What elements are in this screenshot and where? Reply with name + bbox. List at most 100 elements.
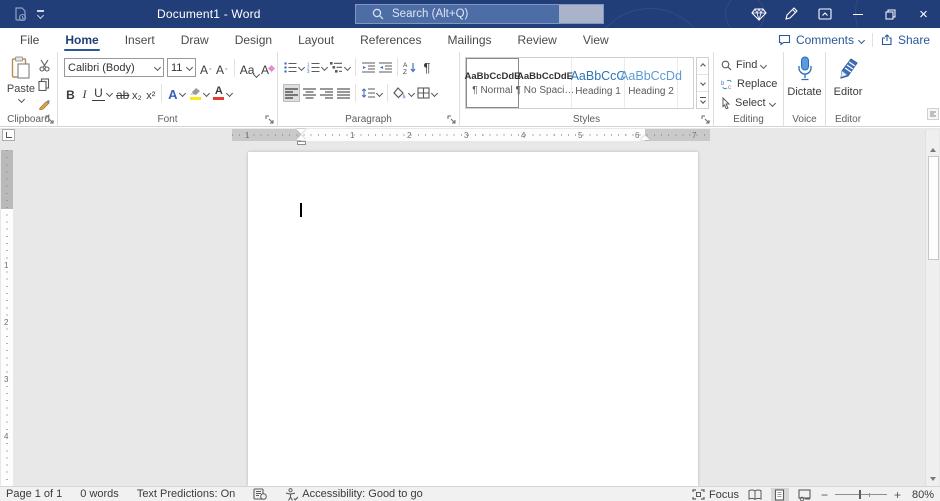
web-layout-button[interactable] — [796, 488, 814, 501]
bold-button[interactable]: B — [64, 84, 77, 102]
pen-mode-icon[interactable] — [775, 0, 808, 28]
style-heading-1[interactable]: AaBbCcC Heading 1 — [571, 58, 625, 108]
tab-review[interactable]: Review — [505, 28, 570, 52]
bullets-button[interactable] — [283, 58, 306, 76]
highlight-chevron-icon[interactable] — [203, 89, 211, 97]
tab-view[interactable]: View — [570, 28, 622, 52]
find-button[interactable]: Find — [721, 57, 777, 73]
zoom-in-button[interactable]: + — [894, 489, 901, 501]
line-spacing-button[interactable] — [360, 84, 384, 102]
ribbon-display-options-icon[interactable] — [808, 0, 841, 28]
multilevel-list-button[interactable] — [329, 58, 352, 76]
italic-button[interactable]: I — [78, 84, 91, 102]
grow-font-button[interactable]: Aˆ — [199, 59, 212, 77]
increase-indent-button[interactable] — [377, 58, 393, 76]
clipboard-dialog-launcher-icon[interactable] — [45, 115, 54, 124]
styles-more-icon[interactable] — [697, 92, 708, 108]
sort-button[interactable]: AZ — [402, 58, 418, 76]
font-color-button[interactable]: A — [213, 86, 225, 100]
underline-button[interactable]: U — [92, 85, 105, 101]
select-button[interactable]: Select — [721, 95, 777, 111]
shading-button[interactable] — [392, 84, 416, 102]
tab-file[interactable]: File — [7, 28, 52, 52]
align-center-button[interactable] — [301, 84, 317, 102]
minimize-button[interactable] — [841, 0, 874, 28]
tab-home[interactable]: Home — [52, 28, 111, 52]
restore-button[interactable] — [874, 0, 907, 28]
zoom-out-button[interactable]: − — [821, 489, 828, 501]
tab-draw[interactable]: Draw — [168, 28, 222, 52]
proofing-icon[interactable] — [244, 488, 276, 500]
show-formatting-marks-button[interactable]: ¶ — [419, 58, 435, 76]
dictate-button[interactable]: Dictate — [784, 56, 825, 98]
left-indent-marker[interactable] — [296, 141, 306, 145]
zoom-slider-thumb[interactable] — [858, 490, 862, 499]
font-name-combo[interactable]: Calibri (Body) — [64, 58, 164, 77]
tab-references[interactable]: References — [347, 28, 434, 52]
search-box[interactable]: Search (Alt+Q) — [355, 4, 604, 24]
tab-insert[interactable]: Insert — [112, 28, 168, 52]
subscript-button[interactable]: x₂ — [130, 84, 143, 102]
ruler-toggle-button[interactable] — [927, 108, 939, 120]
paragraph-dialog-launcher-icon[interactable] — [447, 115, 456, 124]
zoom-slider[interactable] — [834, 490, 887, 499]
word-count-status[interactable]: 0 words — [71, 488, 128, 500]
numbering-button[interactable]: 123 — [306, 58, 329, 76]
tab-design[interactable]: Design — [222, 28, 285, 52]
scrollbar-thumb[interactable] — [927, 156, 939, 260]
horizontal-ruler[interactable]: 1 1 2 3 4 5 6 7 — [232, 129, 710, 145]
paste-button[interactable]: Paste — [6, 56, 36, 112]
document-page[interactable] — [248, 152, 698, 486]
replace-button[interactable]: bc Replace — [721, 76, 777, 92]
first-line-indent-marker[interactable] — [296, 129, 306, 134]
clear-formatting-button[interactable]: A — [261, 59, 276, 77]
text-effects-button[interactable]: A — [166, 84, 179, 102]
font-size-combo[interactable]: 11 — [166, 58, 197, 77]
customize-quick-access-toolbar-icon[interactable] — [36, 10, 45, 19]
page-number-status[interactable]: Page 1 of 1 — [0, 488, 71, 500]
style-no-spacing[interactable]: AaBbCcDdE ¶ No Spaci… — [516, 58, 574, 108]
focus-mode-button[interactable]: Focus — [692, 489, 739, 501]
align-right-button[interactable] — [318, 84, 334, 102]
tab-mailings[interactable]: Mailings — [434, 28, 504, 52]
comments-button[interactable]: Comments — [778, 33, 866, 47]
highlight-color-button[interactable] — [189, 87, 201, 100]
superscript-button[interactable]: x² — [144, 84, 157, 102]
accessibility-status[interactable]: Accessibility: Good to go — [276, 487, 431, 501]
styles-scroll-down-icon[interactable] — [697, 75, 708, 92]
decrease-indent-button[interactable] — [360, 58, 376, 76]
vertical-scrollbar[interactable] — [925, 108, 940, 486]
cut-button[interactable] — [36, 58, 52, 72]
underline-chevron-icon[interactable] — [105, 89, 114, 97]
right-indent-marker[interactable] — [640, 135, 650, 140]
zoom-level[interactable]: 80% — [908, 489, 934, 501]
styles-dialog-launcher-icon[interactable] — [701, 115, 710, 124]
read-mode-button[interactable] — [746, 488, 764, 501]
tab-selector-button[interactable] — [2, 129, 15, 141]
font-color-chevron-icon[interactable] — [226, 89, 234, 97]
scroll-down-icon[interactable] — [926, 473, 940, 485]
share-button[interactable]: Share — [881, 33, 930, 47]
strikethrough-button[interactable]: ab — [116, 84, 129, 102]
justify-button[interactable] — [335, 84, 351, 102]
save-icon[interactable] — [14, 6, 27, 22]
format-painter-button[interactable] — [36, 96, 52, 110]
styles-scroll-up-icon[interactable] — [697, 58, 708, 75]
text-predictions-status[interactable]: Text Predictions: On — [128, 488, 244, 500]
close-button[interactable]: × — [907, 0, 940, 28]
borders-button[interactable] — [416, 84, 439, 102]
align-left-button[interactable] — [283, 84, 300, 102]
tab-layout[interactable]: Layout — [285, 28, 347, 52]
text-effects-chevron-icon[interactable] — [179, 89, 187, 97]
scroll-up-icon[interactable] — [926, 144, 940, 156]
vertical-ruler[interactable]: 1 2 3 4 — [1, 150, 13, 486]
copy-button[interactable] — [36, 77, 52, 91]
editor-button[interactable]: Editor — [826, 56, 870, 98]
style-heading-2[interactable]: AaBbCcDd Heading 2 — [620, 58, 682, 108]
shrink-font-button[interactable]: Aˇ — [215, 59, 228, 77]
print-layout-button[interactable] — [770, 487, 789, 501]
hanging-indent-marker[interactable] — [296, 135, 306, 140]
style-normal[interactable]: AaBbCcDdE ¶ Normal — [465, 58, 520, 108]
premium-gem-icon[interactable] — [742, 0, 775, 28]
change-case-button[interactable]: Aa — [240, 59, 261, 78]
